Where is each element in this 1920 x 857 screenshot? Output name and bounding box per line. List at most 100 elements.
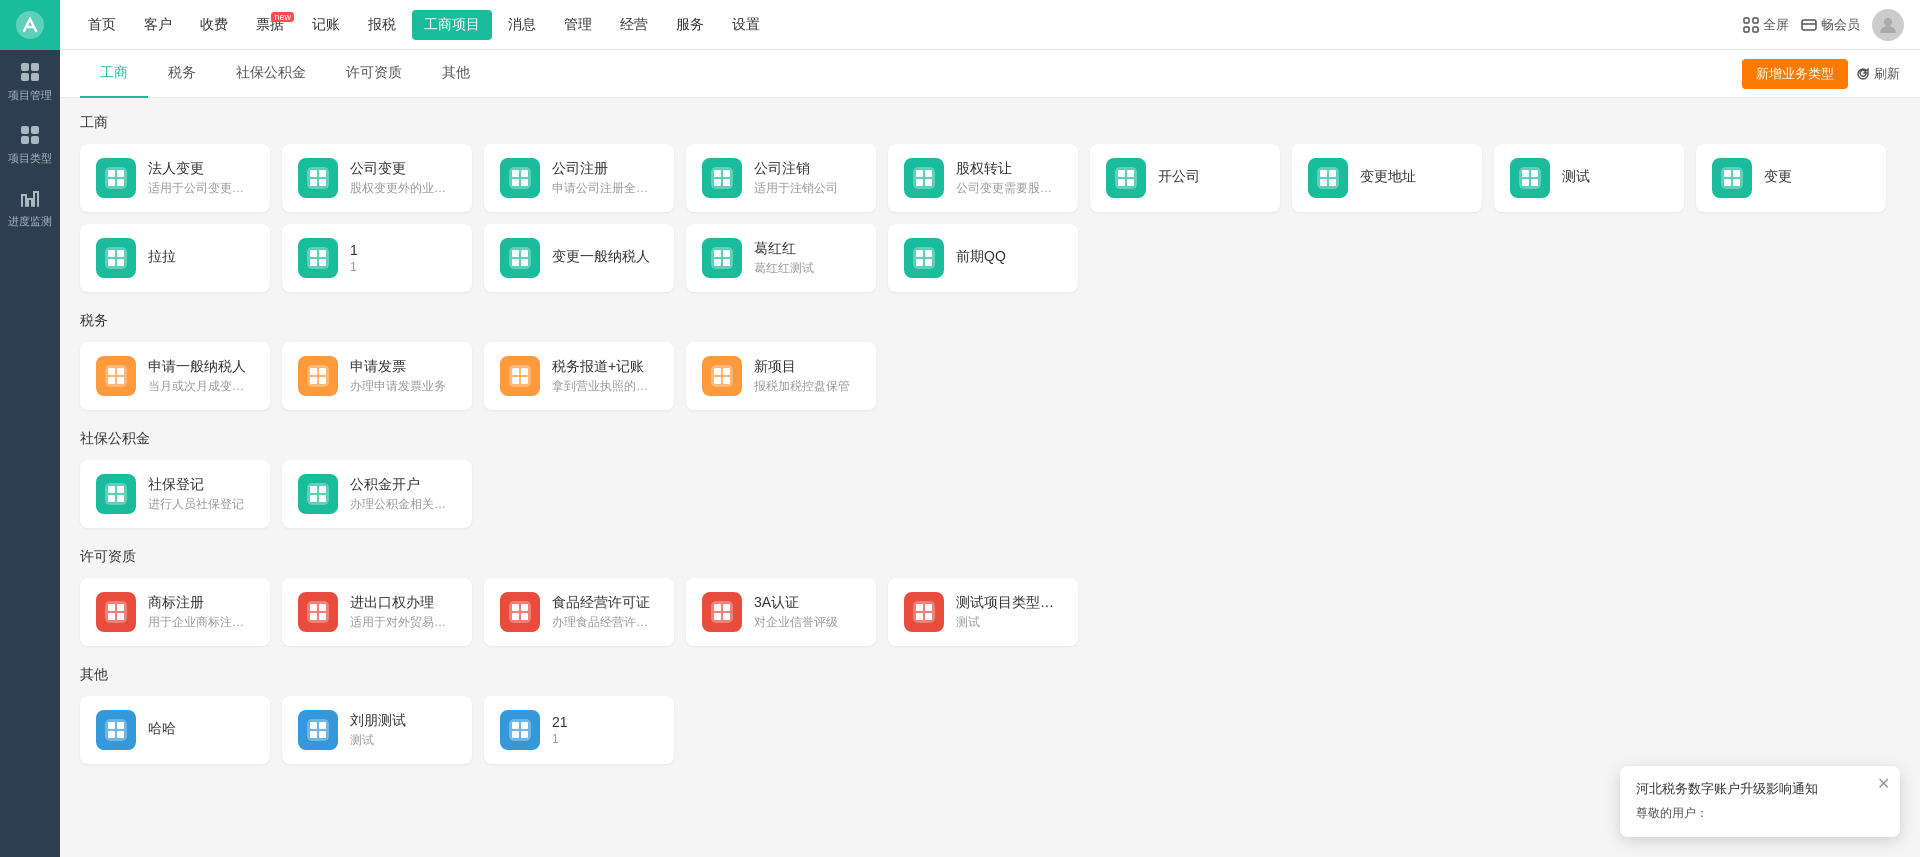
svg-rect-33	[723, 170, 730, 177]
card-company-register[interactable]: 公司注册 申请公司注册全流程	[484, 144, 674, 212]
card-name-liupengtest: 刘朋测试	[350, 712, 456, 730]
fullscreen-button[interactable]: 全屏	[1743, 16, 1789, 34]
card-name-social-insurance: 社保登记	[148, 476, 254, 494]
section-title-xuke: 许可资质	[80, 548, 1900, 566]
card-liupengtest[interactable]: 刘朋测试 测试	[282, 696, 472, 764]
card-desc-test-category: 测试	[956, 614, 1062, 631]
user-avatar[interactable]	[1872, 9, 1904, 41]
svg-rect-140	[925, 613, 932, 620]
card-icon-change-address	[1308, 158, 1348, 198]
tab-qita[interactable]: 其他	[422, 50, 490, 98]
cards-grid-gongshang: 法人变更 适用于公司变更法人 公司变更 股权变更外的业务变更 公司注册 申请公司…	[80, 144, 1900, 292]
nav-industry[interactable]: 工商项目	[412, 10, 492, 40]
svg-rect-77	[714, 250, 721, 257]
card-name-provident-fund: 公积金开户	[350, 476, 456, 494]
sidebar-logo[interactable]	[0, 0, 60, 50]
nav-settings[interactable]: 设置	[720, 10, 772, 40]
nav-billing[interactable]: 收费	[188, 10, 240, 40]
sidebar-item-project-management[interactable]: 项目管理	[0, 50, 60, 113]
card-change-address[interactable]: 变更地址	[1292, 144, 1482, 212]
card-social-insurance[interactable]: 社保登记 进行人员社保登记	[80, 460, 270, 528]
card-company-cancel[interactable]: 公司注销 适用于注销公司	[686, 144, 876, 212]
nav-home[interactable]: 首页	[76, 10, 128, 40]
nav-management[interactable]: 管理	[552, 10, 604, 40]
card-new-project[interactable]: 新项目 报税加税控盘保管	[686, 342, 876, 410]
card-company-change[interactable]: 公司变更 股权变更外的业务变更	[282, 144, 472, 212]
card-trademark[interactable]: 商标注册 用于企业商标注册服务	[80, 578, 270, 646]
svg-rect-7	[21, 136, 29, 144]
card-desc-liupengtest: 测试	[350, 732, 456, 749]
nav-service[interactable]: 服务	[664, 10, 716, 40]
card-test-category[interactable]: 测试项目类型目定义 测试	[888, 578, 1078, 646]
nav-accounting[interactable]: 记账	[300, 10, 352, 40]
card-desc-apply-invoice: 办理申请发票业务	[350, 378, 456, 395]
card-twentyone[interactable]: 21 1	[484, 696, 674, 764]
svg-rect-93	[319, 368, 326, 375]
card-one[interactable]: 1 1	[282, 224, 472, 292]
nav-messages[interactable]: 消息	[496, 10, 548, 40]
new-type-button[interactable]: 新增业务类型	[1742, 59, 1848, 89]
nav-customer[interactable]: 客户	[132, 10, 184, 40]
tab-xuke[interactable]: 许可资质	[326, 50, 422, 98]
svg-rect-135	[723, 613, 730, 620]
card-3a-cert[interactable]: 3A认证 对企业信誉评级	[686, 578, 876, 646]
card-equity-transfer[interactable]: 股权转让 公司变更需要股权转让	[888, 144, 1078, 212]
card-icon-company-change	[298, 158, 338, 198]
card-test1[interactable]: 测试	[1494, 144, 1684, 212]
card-food-license[interactable]: 食品经营许可证 办理食品经营许可证	[484, 578, 674, 646]
card-change-taxpayer[interactable]: 变更一般纳税人	[484, 224, 674, 292]
card-icon-food-license	[500, 592, 540, 632]
sidebar-item-project-type[interactable]: 项目类型	[0, 113, 60, 176]
svg-rect-52	[1522, 170, 1529, 177]
svg-rect-19	[108, 179, 115, 186]
card-desc-food-license: 办理食品经营许可证	[552, 614, 658, 631]
card-lala[interactable]: 拉拉	[80, 224, 270, 292]
svg-rect-153	[521, 722, 528, 729]
nav-operation[interactable]: 经营	[608, 10, 660, 40]
card-haha[interactable]: 哈哈	[80, 696, 270, 764]
nav-tickets[interactable]: 票据 new	[244, 10, 296, 40]
card-icon-company-cancel	[702, 158, 742, 198]
card-apply-taxpayer[interactable]: 申请一般纳税人 当月或次月成变更完成	[80, 342, 270, 410]
svg-rect-87	[108, 368, 115, 375]
tab-shebao[interactable]: 社保公积金	[216, 50, 326, 98]
card-desc-new-project: 报税加税控盘保管	[754, 378, 860, 395]
svg-rect-92	[310, 368, 317, 375]
member-button[interactable]: 畅会员	[1801, 16, 1860, 34]
svg-rect-118	[117, 604, 124, 611]
card-tax-report-account[interactable]: 税务报道+记账 拿到营业执照的新公司	[484, 342, 674, 410]
svg-rect-127	[512, 604, 519, 611]
svg-rect-132	[714, 604, 721, 611]
card-icon-legal-change	[96, 158, 136, 198]
card-legal-change[interactable]: 法人变更 适用于公司变更法人	[80, 144, 270, 212]
svg-rect-90	[117, 377, 124, 384]
card-gehonghong[interactable]: 葛红红 葛红红测试	[686, 224, 876, 292]
notification-close-button[interactable]: ✕	[1877, 774, 1890, 793]
card-desc-import-export: 适用于对外贸易经营者	[350, 614, 456, 631]
card-icon-open-company	[1106, 158, 1146, 198]
svg-point-0	[16, 11, 44, 39]
tab-gongshang[interactable]: 工商	[80, 50, 148, 98]
svg-rect-60	[1733, 179, 1740, 186]
card-desc-twentyone: 1	[552, 732, 658, 746]
sidebar-item-progress-monitor[interactable]: 进度监测	[0, 176, 60, 239]
card-open-company[interactable]: 开公司	[1090, 144, 1280, 212]
card-pre-qq[interactable]: 前期QQ	[888, 224, 1078, 292]
card-name-apply-taxpayer: 申请一般纳税人	[148, 358, 254, 376]
refresh-button[interactable]: 刷新	[1856, 65, 1900, 83]
svg-rect-108	[117, 486, 124, 493]
card-provident-fund[interactable]: 公积金开户 办理公积金相关业务	[282, 460, 472, 528]
tab-shuiwu[interactable]: 税务	[148, 50, 216, 98]
card-icon-social-insurance	[96, 474, 136, 514]
svg-rect-38	[925, 170, 932, 177]
svg-rect-6	[31, 126, 39, 134]
svg-rect-39	[916, 179, 923, 186]
card-import-export[interactable]: 进出口权办理 适用于对外贸易经营者	[282, 578, 472, 646]
card-name-tax-report-account: 税务报道+记账	[552, 358, 658, 376]
nav-tax-report[interactable]: 报税	[356, 10, 408, 40]
card-change1[interactable]: 变更	[1696, 144, 1886, 212]
card-apply-invoice[interactable]: 申请发票 办理申请发票业务	[282, 342, 472, 410]
card-name-lala: 拉拉	[148, 248, 254, 266]
svg-rect-47	[1320, 170, 1327, 177]
svg-rect-18	[117, 170, 124, 177]
